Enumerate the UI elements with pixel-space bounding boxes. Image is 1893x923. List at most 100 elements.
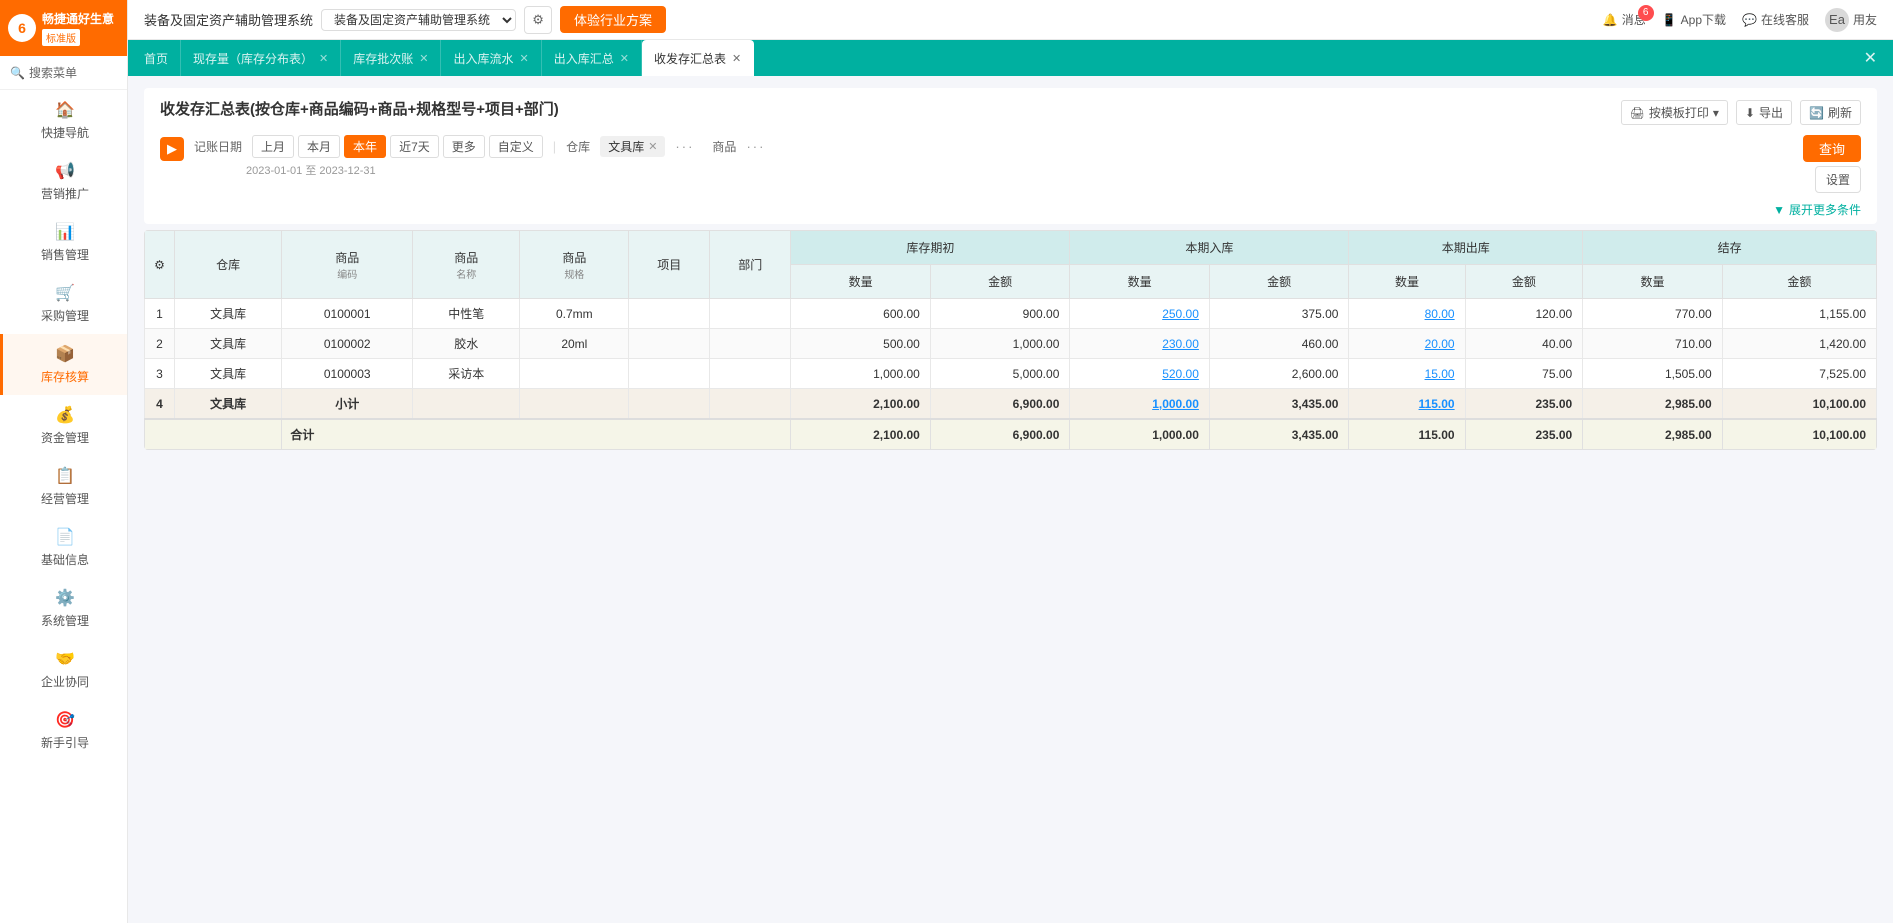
goods-more[interactable]: ···	[746, 139, 765, 154]
cell-warehouse: 文具库	[175, 329, 282, 359]
cell-out-qty[interactable]: 15.00	[1349, 359, 1465, 389]
sidebar-search[interactable]: 🔍 搜索菜单	[0, 56, 127, 90]
warehouse-tag-close[interactable]: ✕	[648, 140, 657, 153]
system-selector[interactable]: 装备及固定资产辅助管理系统	[321, 9, 516, 31]
cell-subtotal-opening-qty: 2,100.00	[791, 389, 931, 420]
date-btn-more[interactable]: 更多	[443, 135, 485, 158]
tab-close-recv-send-summary[interactable]: ✕	[732, 52, 741, 65]
total-in-amt: 3,435.00	[1209, 419, 1349, 450]
sidebar-item-system[interactable]: ⚙️ 系统管理	[0, 578, 127, 639]
tab-close-in-out-flow[interactable]: ✕	[520, 52, 529, 65]
th-closing-qty: 数量	[1583, 265, 1723, 299]
tab-in-out-flow[interactable]: 出入库流水 ✕	[441, 40, 541, 76]
th-opening-group: 库存期初	[791, 231, 1070, 265]
sidebar-item-basic-info[interactable]: 📄 基础信息	[0, 517, 127, 578]
data-table-container: ⚙ 仓库 商品编码 商品名称 商品规格 项目 部门 库存期初 本期入库 本期出库…	[144, 230, 1877, 450]
search-icon: 🔍	[10, 66, 25, 80]
cell-closing-amt: 1,155.00	[1722, 299, 1876, 329]
warehouse-more[interactable]: ···	[675, 139, 694, 154]
enterprise-icon: 🤝	[55, 649, 75, 669]
operations-icon: 📋	[55, 466, 75, 486]
sidebar-item-inventory[interactable]: 📦 库存核算	[0, 334, 127, 395]
cell-opening-amt: 5,000.00	[930, 359, 1070, 389]
purchase-icon: 🛒	[55, 283, 75, 303]
sidebar-item-newbie[interactable]: 🎯 新手引导	[0, 700, 127, 761]
print-icon: 🖨	[1630, 106, 1645, 120]
goods-label: 商品	[712, 138, 736, 155]
finance-icon: 💰	[55, 405, 75, 425]
cell-subtotal-label: 小计	[282, 389, 413, 420]
newbie-icon: 🎯	[55, 710, 75, 730]
refresh-icon: 🔄	[1809, 106, 1824, 120]
sidebar-item-marketing[interactable]: 📢 营销推广	[0, 151, 127, 212]
sidebar-item-quick-nav[interactable]: 🏠 快捷导航	[0, 90, 127, 151]
table-row: 2 文具库 0100002 胶水 20ml 500.00 1,000.00 23…	[145, 329, 1877, 359]
date-btn-last-month[interactable]: 上月	[252, 135, 294, 158]
cell-no: 2	[145, 329, 175, 359]
sidebar-item-sales[interactable]: 📊 销售管理	[0, 212, 127, 273]
date-btn-this-month[interactable]: 本月	[298, 135, 340, 158]
th-out-group: 本期出库	[1349, 231, 1583, 265]
date-btn-7days[interactable]: 近7天	[390, 135, 439, 158]
date-btn-custom[interactable]: 自定义	[489, 135, 543, 158]
total-row: 合计 2,100.00 6,900.00 1,000.00 3,435.00 1…	[145, 419, 1877, 450]
tab-inventory-dist[interactable]: 现存量（库存分布表） ✕	[181, 40, 341, 76]
sidebar-item-finance[interactable]: 💰 资金管理	[0, 395, 127, 456]
total-in-qty: 1,000.00	[1070, 419, 1210, 450]
cell-out-qty[interactable]: 20.00	[1349, 329, 1465, 359]
th-goods-code: 商品编码	[282, 231, 413, 299]
online-service[interactable]: 💬 在线客服	[1742, 11, 1809, 28]
cell-closing-amt: 7,525.00	[1722, 359, 1876, 389]
notification-area[interactable]: 🔔 消息 6	[1603, 11, 1646, 28]
user-area[interactable]: Ea 用友	[1825, 8, 1877, 32]
cell-department	[710, 359, 791, 389]
tab-close-in-out-summary[interactable]: ✕	[620, 52, 629, 65]
cell-subtotal-in-qty[interactable]: 1,000.00	[1070, 389, 1210, 420]
page-content: 收发存汇总表(按仓库+商品编码+商品+规格型号+项目+部门) 🖨 按模板打印 ▾…	[128, 76, 1893, 923]
tab-home[interactable]: 首页	[132, 40, 181, 76]
tab-close-batch-account[interactable]: ✕	[419, 52, 428, 65]
tab-in-out-summary[interactable]: 出入库汇总 ✕	[542, 40, 642, 76]
th-in-group: 本期入库	[1070, 231, 1349, 265]
sidebar-search-label: 搜索菜单	[29, 64, 77, 81]
cell-subtotal-out-amt: 235.00	[1465, 389, 1583, 420]
settings-icon-btn[interactable]: ⚙	[524, 6, 552, 34]
cell-in-qty[interactable]: 520.00	[1070, 359, 1210, 389]
cell-goods-spec: 0.7mm	[520, 299, 629, 329]
refresh-button[interactable]: 🔄 刷新	[1800, 100, 1861, 125]
expand-more-btn[interactable]: ▼ 展开更多条件	[1773, 201, 1861, 218]
cell-subtotal-no: 4	[145, 389, 175, 420]
th-settings[interactable]: ⚙	[145, 231, 175, 299]
app-download[interactable]: 📱 App下载	[1662, 11, 1726, 28]
cell-closing-amt: 1,420.00	[1722, 329, 1876, 359]
tabs-close-all[interactable]: ✕	[1852, 48, 1889, 68]
total-out-qty: 115.00	[1349, 419, 1465, 450]
date-btn-this-year[interactable]: 本年	[344, 135, 386, 158]
query-button[interactable]: 查询	[1803, 135, 1861, 162]
cell-in-qty[interactable]: 250.00	[1070, 299, 1210, 329]
tab-close-inventory-dist[interactable]: ✕	[319, 52, 328, 65]
sidebar-item-operations[interactable]: 📋 经营管理	[0, 456, 127, 517]
th-opening-amt: 金额	[930, 265, 1070, 299]
tab-batch-account[interactable]: 库存批次账 ✕	[341, 40, 441, 76]
tab-recv-send-summary[interactable]: 收发存汇总表 ✕	[642, 40, 754, 76]
cell-goods-spec: 20ml	[520, 329, 629, 359]
cell-out-qty[interactable]: 80.00	[1349, 299, 1465, 329]
top-bar-right: 🔔 消息 6 📱 App下载 💬 在线客服 Ea 用友	[1603, 8, 1877, 32]
cell-in-qty[interactable]: 230.00	[1070, 329, 1210, 359]
system-title: 装备及固定资产辅助管理系统	[144, 10, 313, 29]
cell-subtotal-out-qty[interactable]: 115.00	[1349, 389, 1465, 420]
export-button[interactable]: ⬇ 导出	[1736, 100, 1792, 125]
sidebar-item-purchase[interactable]: 🛒 采购管理	[0, 273, 127, 334]
th-goods-spec: 商品规格	[520, 231, 629, 299]
sidebar-item-enterprise[interactable]: 🤝 企业协同	[0, 639, 127, 700]
experience-button[interactable]: 体验行业方案	[560, 6, 666, 33]
th-warehouse: 仓库	[175, 231, 282, 299]
filter-settings-button[interactable]: 设置	[1815, 166, 1861, 193]
filter-toggle[interactable]: ▶	[160, 137, 184, 161]
cell-out-amt: 40.00	[1465, 329, 1583, 359]
print-button[interactable]: 🖨 按模板打印 ▾	[1621, 100, 1728, 125]
cell-goods-spec	[520, 359, 629, 389]
warehouse-label: 仓库	[566, 138, 590, 155]
th-out-amt: 金额	[1465, 265, 1583, 299]
